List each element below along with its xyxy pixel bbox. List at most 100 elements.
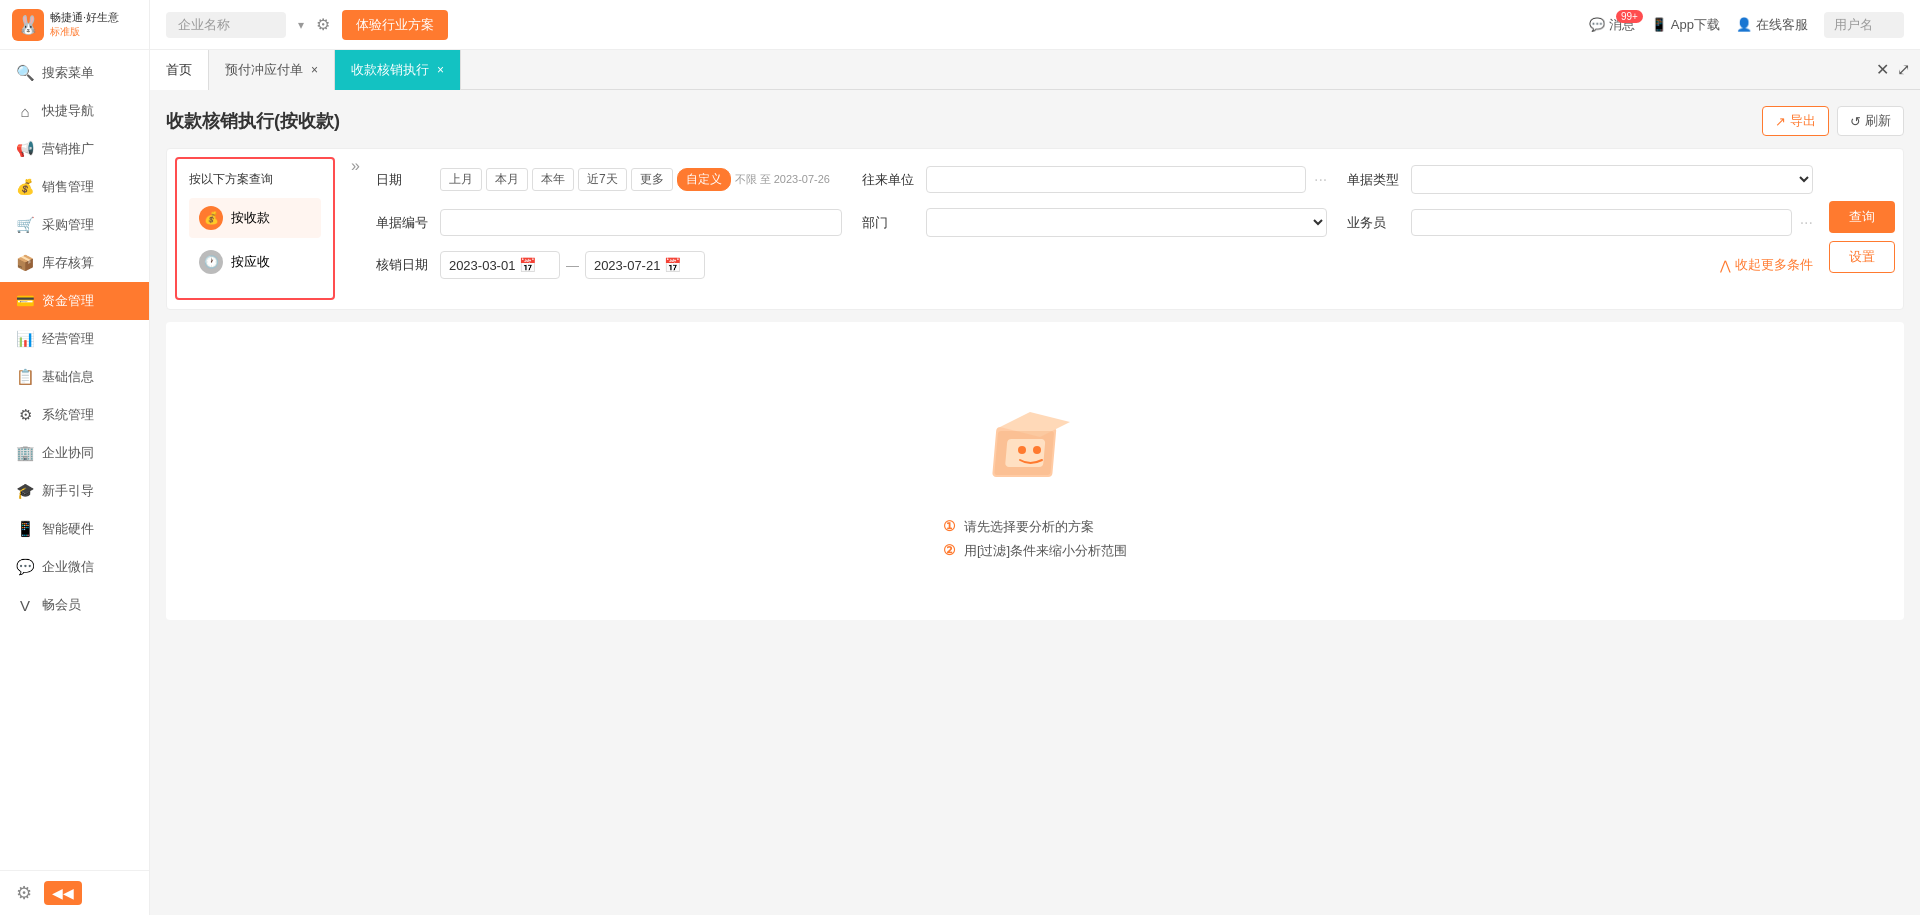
filter-dept-label: 部门 [862, 214, 918, 232]
sidebar-icon-5: 📦 [16, 254, 34, 272]
filter-collapse-icon[interactable]: » [343, 149, 360, 175]
sidebar-item-10[interactable]: 🏢企业协同 [0, 434, 149, 472]
writeoff-start-value: 2023-03-01 [449, 258, 516, 273]
query-button[interactable]: 查询 [1829, 201, 1895, 233]
sidebar-icon-13: 💬 [16, 558, 34, 576]
empty-state: ① 请先选择要分析的方案 ② 用[过滤]条件来缩小分析范围 [166, 322, 1904, 620]
date-separator: — [566, 258, 579, 273]
collapse-more-button[interactable]: ⋀ 收起更多条件 [1720, 252, 1813, 278]
tab-close-window-button[interactable]: ✕ [1876, 60, 1889, 79]
topbar: 企业名称 ▾ ⚙ 体验行业方案 💬 消息 99+ 📱 App下载 👤 在线客服 … [150, 0, 1920, 50]
sidebar-item-2[interactable]: 📢营销推广 [0, 130, 149, 168]
filter-billno-input[interactable] [440, 209, 842, 236]
sidebar-item-0[interactable]: 🔍 搜索菜单 [0, 54, 149, 92]
sidebar-label-14: 畅会员 [42, 596, 81, 614]
sidebar-item-6[interactable]: 💳 资金管理 [0, 282, 149, 320]
date-btn-this-year[interactable]: 本年 [532, 168, 574, 191]
filter-partner-input[interactable] [926, 166, 1306, 193]
empty-desc-1: 请先选择要分析的方案 [964, 518, 1094, 536]
sidebar-item-12[interactable]: 📱智能硬件 [0, 510, 149, 548]
filter-staff-more-icon[interactable]: ··· [1800, 214, 1813, 232]
tab-home-label: 首页 [166, 61, 192, 79]
topbar-message[interactable]: 💬 消息 99+ [1589, 16, 1635, 34]
sidebar-item-9[interactable]: ⚙系统管理 [0, 396, 149, 434]
sidebar-icon-6: 💳 [16, 292, 34, 310]
topbar-user[interactable]: 用户名 [1824, 12, 1904, 38]
date-btn-last-month[interactable]: 上月 [440, 168, 482, 191]
filter-actions: 查询 设置 [1829, 149, 1903, 309]
app-icon: 📱 [1651, 17, 1667, 32]
topbar-gear-icon[interactable]: ⚙ [316, 15, 330, 34]
sidebar-icon-0: 🔍 [16, 64, 34, 82]
industry-button[interactable]: 体验行业方案 [342, 10, 448, 40]
filter-row-1: 日期 上月 本月 本年 近7天 更多 自定义 不限 至 2023-07-26 往… [376, 165, 1813, 194]
export-button[interactable]: ↗ 导出 [1762, 106, 1829, 136]
tab-writeoff[interactable]: 收款核销执行 × [335, 50, 461, 90]
filter-left: 按以下方案查询 💰 按收款 🕐 按应收 [175, 157, 335, 300]
setting-button[interactable]: 设置 [1829, 241, 1895, 273]
filter-partner-more-icon[interactable]: ··· [1314, 171, 1327, 189]
page-actions: ↗ 导出 ↺ 刷新 [1762, 106, 1904, 136]
sidebar-icon-9: ⚙ [16, 406, 34, 424]
sidebar-icon-7: 📊 [16, 330, 34, 348]
filter-option-by-receivable[interactable]: 🕐 按应收 [189, 242, 321, 282]
logo-icon: 🐰 [12, 9, 44, 41]
sidebar-icon-3: 💰 [16, 178, 34, 196]
sidebar-icon-8: 📋 [16, 368, 34, 386]
sidebar-item-14[interactable]: V畅会员 [0, 586, 149, 624]
settings-icon[interactable]: ⚙ [16, 882, 32, 904]
sidebar-item-3[interactable]: 💰 销售管理 [0, 168, 149, 206]
content-area: 收款核销执行(按收款) ↗ 导出 ↺ 刷新 按以下方案查询 💰 [150, 90, 1920, 915]
main-area: 企业名称 ▾ ⚙ 体验行业方案 💬 消息 99+ 📱 App下载 👤 在线客服 … [150, 0, 1920, 915]
filter-billtype-select[interactable] [1411, 165, 1813, 194]
writeoff-end-input[interactable]: 2023-07-21 📅 [585, 251, 705, 279]
sidebar-item-7[interactable]: 📊经营管理 [0, 320, 149, 358]
collapse-more-area: ⋀ 收起更多条件 [1720, 252, 1813, 278]
filter-staff-label: 业务员 [1347, 214, 1403, 232]
filter-billno-field: 单据编号 [376, 209, 842, 236]
sidebar-bottom: ⚙ ◀◀ [0, 870, 149, 915]
tab-prepay[interactable]: 预付冲应付单 × [209, 50, 335, 90]
tab-prepay-close[interactable]: × [311, 63, 318, 77]
topbar-right: 💬 消息 99+ 📱 App下载 👤 在线客服 用户名 [1589, 12, 1904, 38]
sidebar-icon-2: 📢 [16, 140, 34, 158]
sidebar-item-4[interactable]: 🛒采购管理 [0, 206, 149, 244]
chevron-down-icon[interactable]: ▾ [298, 18, 304, 32]
filter-dept-select[interactable] [926, 208, 1328, 237]
tab-prepay-label: 预付冲应付单 [225, 61, 303, 79]
empty-line-1: ① 请先选择要分析的方案 [943, 518, 1127, 536]
refresh-label: 刷新 [1865, 112, 1891, 130]
empty-line-2: ② 用[过滤]条件来缩小分析范围 [943, 542, 1127, 560]
svg-point-5 [1033, 446, 1041, 454]
tab-writeoff-close[interactable]: × [437, 63, 444, 77]
sidebar-label-10: 企业协同 [42, 444, 94, 462]
filter-staff-input[interactable] [1411, 209, 1791, 236]
filter-option-by-receipt[interactable]: 💰 按收款 [189, 198, 321, 238]
empty-svg [980, 387, 1090, 497]
filter-date-buttons: 上月 本月 本年 近7天 更多 自定义 不限 至 2023-07-26 [440, 168, 830, 191]
export-icon: ↗ [1775, 114, 1786, 129]
date-btn-custom[interactable]: 自定义 [677, 168, 731, 191]
refresh-button[interactable]: ↺ 刷新 [1837, 106, 1904, 136]
sidebar-label-6: 资金管理 [42, 292, 94, 310]
sidebar-item-11[interactable]: 🎓新手引导 [0, 472, 149, 510]
sidebar-item-13[interactable]: 💬企业微信 [0, 548, 149, 586]
tab-expand-button[interactable]: ⤢ [1897, 60, 1910, 79]
date-btn-more[interactable]: 更多 [631, 168, 673, 191]
date-btn-this-month[interactable]: 本月 [486, 168, 528, 191]
sidebar-item-5[interactable]: 📦库存核算 [0, 244, 149, 282]
sidebar-item-8[interactable]: 📋基础信息 [0, 358, 149, 396]
collapse-sidebar-button[interactable]: ◀◀ [44, 881, 82, 905]
calendar-start-icon: 📅 [519, 257, 536, 273]
tab-home[interactable]: 首页 [150, 50, 209, 90]
topbar-app-download[interactable]: 📱 App下载 [1651, 16, 1720, 34]
date-sublabel: 不限 至 2023-07-26 [735, 172, 830, 187]
date-btn-7days[interactable]: 近7天 [578, 168, 627, 191]
writeoff-start-input[interactable]: 2023-03-01 📅 [440, 251, 560, 279]
filter-row-3: 核销日期 2023-03-01 📅 — 2023-07-21 📅 [376, 251, 1813, 279]
sidebar-label-3: 销售管理 [42, 178, 94, 196]
tab-actions: ✕ ⤢ [1866, 60, 1920, 79]
sidebar-item-1[interactable]: ⌂快捷导航 [0, 92, 149, 130]
sidebar-label-0: 搜索菜单 [42, 64, 94, 82]
topbar-service[interactable]: 👤 在线客服 [1736, 16, 1808, 34]
